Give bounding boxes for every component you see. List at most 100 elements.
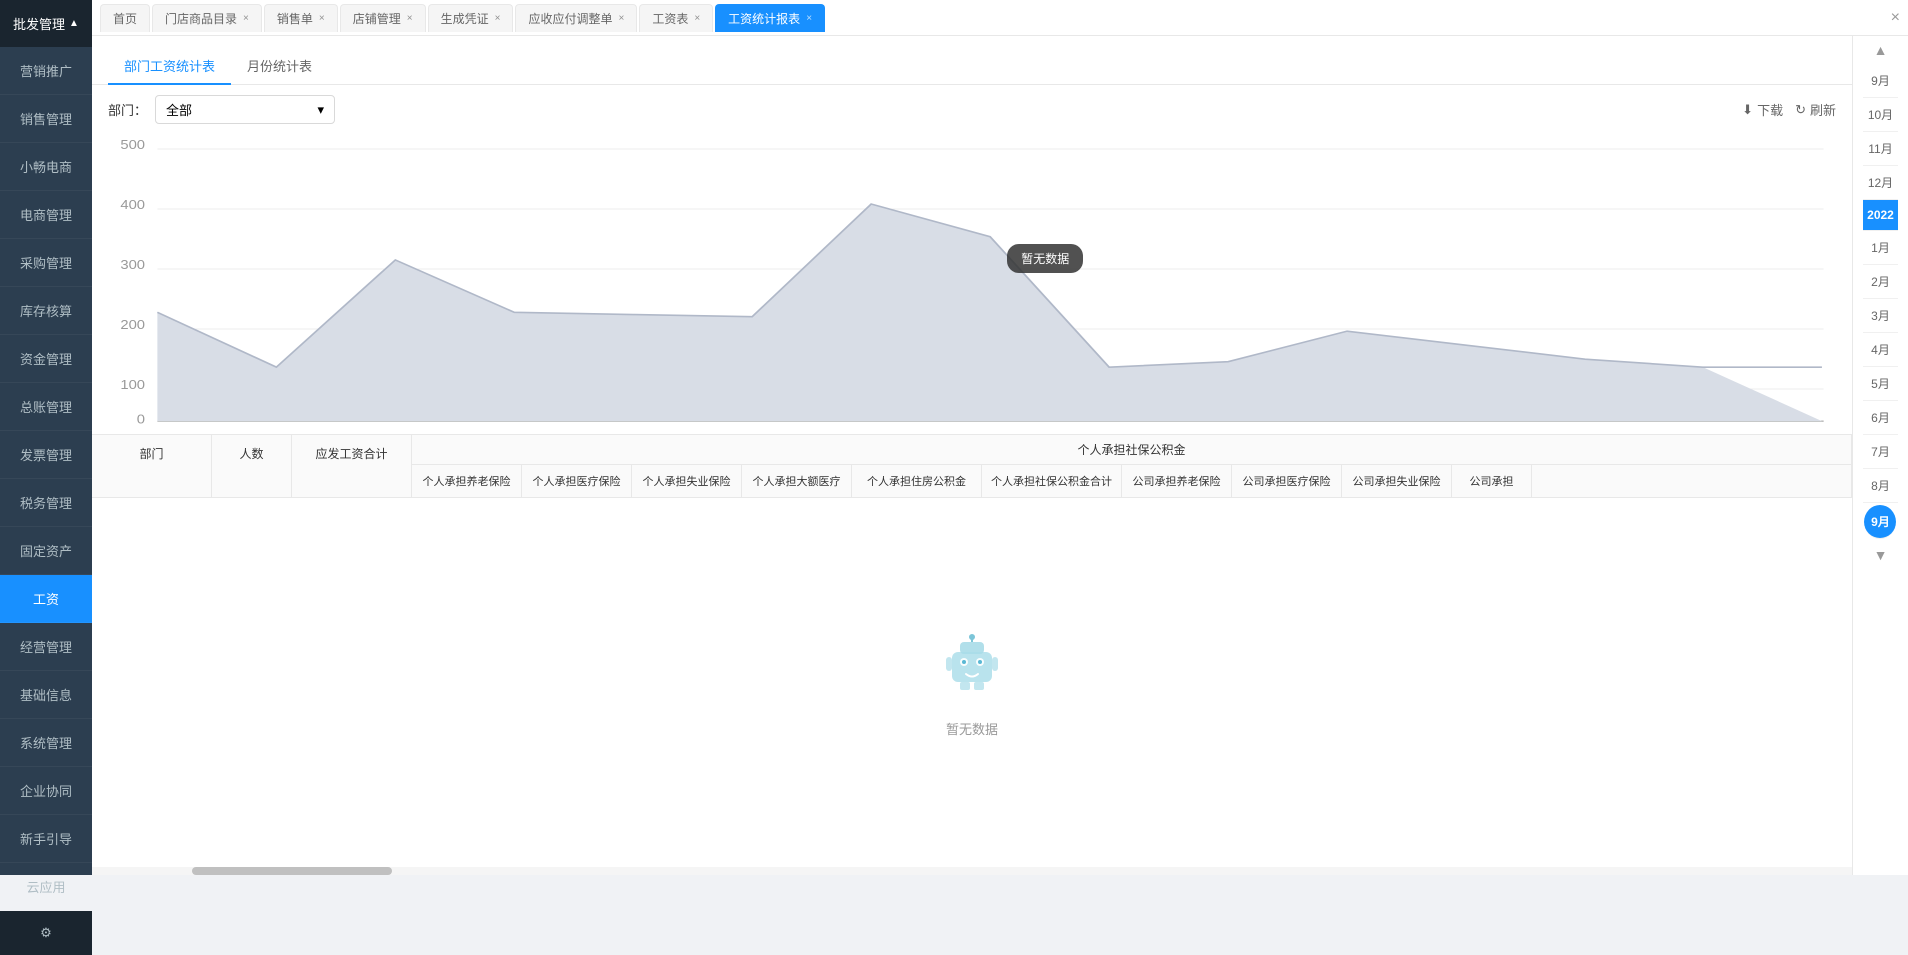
sidebar-item-9[interactable]: 税务管理: [0, 479, 92, 527]
tab-0[interactable]: 首页: [100, 4, 150, 32]
sidebar-item-4[interactable]: 采购管理: [0, 239, 92, 287]
svg-text:100: 100: [120, 377, 145, 392]
th-personal-medical: 个人承担医疗保险: [522, 465, 632, 497]
tab-label-4: 生成凭证: [441, 10, 489, 27]
svg-text:300: 300: [120, 257, 145, 272]
tab-label-0: 首页: [113, 10, 137, 27]
dept-select[interactable]: 全部 ▾: [155, 95, 335, 124]
th-personal-unemployment: 个人承担失业保险: [632, 465, 742, 497]
tab-7[interactable]: 工资统计报表 ×: [715, 4, 825, 32]
tab-close-7[interactable]: ×: [806, 13, 812, 24]
th-social-group: 个人承担社保公积金 个人承担养老保险 个人承担医疗保险 个人承担失业保险 个人承…: [412, 435, 1852, 497]
tab-close-6[interactable]: ×: [694, 13, 700, 24]
th-company-pension: 公司承担养老保险: [1122, 465, 1232, 497]
page-content: 部门工资统计表月份统计表 部门： 全部 ▾ ⬇ 下载: [92, 36, 1852, 875]
tab-bar: 首页门店商品目录×销售单×店铺管理×生成凭证×应收应付调整单×工资表×工资统计报…: [92, 0, 1908, 36]
th-personal-pension: 个人承担养老保险: [412, 465, 522, 497]
svg-text:500: 500: [120, 137, 145, 152]
right-panel-item-2[interactable]: 11月: [1863, 132, 1898, 166]
settings-icon: ⚙: [40, 925, 52, 940]
scrollbar-thumb[interactable]: [192, 867, 392, 875]
th-dept: 部门: [92, 435, 212, 497]
tab-close-3[interactable]: ×: [407, 13, 413, 24]
tab-1[interactable]: 门店商品目录 ×: [152, 4, 262, 32]
table-empty: 暂无数据: [92, 498, 1852, 867]
tab-3[interactable]: 店铺管理 ×: [340, 4, 426, 32]
sidebar-footer-settings[interactable]: ⚙: [0, 911, 92, 955]
toolbar: 部门： 全部 ▾ ⬇ 下载 ↻ 刷新: [92, 85, 1852, 134]
tab-6[interactable]: 工资表 ×: [639, 4, 713, 32]
right-panel-item-0[interactable]: 9月: [1863, 64, 1898, 98]
tab-5[interactable]: 应收应付调整单×: [515, 4, 637, 32]
sub-tab-1[interactable]: 月份统计表: [231, 48, 328, 85]
th-personal-housing-fund: 个人承担住房公积金: [852, 465, 982, 497]
sidebar-item-0[interactable]: 营销推广: [0, 47, 92, 95]
right-panel-item-10[interactable]: 6月: [1863, 401, 1898, 435]
sidebar-header-label: 批发管理: [13, 14, 65, 33]
tab-label-2: 销售单: [277, 10, 313, 27]
th-headcount: 人数: [212, 435, 292, 497]
tab-label-1: 门店商品目录: [165, 10, 237, 27]
th-personal-major-medical: 个人承担大额医疗: [742, 465, 852, 497]
tab-2[interactable]: 销售单 ×: [264, 4, 338, 32]
toolbar-left: 部门： 全部 ▾: [108, 95, 335, 124]
sidebar: 批发管理 ▲ 营销推广销售管理小畅电商电商管理采购管理库存核算资金管理总账管理发…: [0, 0, 92, 875]
tab-close-1[interactable]: ×: [243, 13, 249, 24]
chevron-down-icon: ▾: [317, 102, 324, 118]
sidebar-item-10[interactable]: 固定资产: [0, 527, 92, 575]
download-button[interactable]: ⬇ 下载: [1742, 100, 1783, 119]
sidebar-header[interactable]: 批发管理 ▲: [0, 0, 92, 47]
table-container: 部门 人数 应发工资合计 个人承担社保公积金 个人承担养老保险 个人承担医疗保险…: [92, 434, 1852, 875]
sidebar-item-6[interactable]: 资金管理: [0, 335, 92, 383]
th-company-other: 公司承担: [1452, 465, 1532, 497]
svg-text:0: 0: [137, 411, 146, 426]
sidebar-item-12[interactable]: 经营管理: [0, 623, 92, 671]
sidebar-item-3[interactable]: 电商管理: [0, 191, 92, 239]
right-panel-item-3[interactable]: 12月: [1863, 166, 1898, 200]
right-panel-item-9[interactable]: 5月: [1863, 367, 1898, 401]
download-label: 下载: [1757, 100, 1783, 119]
tab-label-7: 工资统计报表: [728, 10, 800, 27]
right-panel-item-13[interactable]: 9月: [1864, 505, 1896, 539]
right-panel-item-4[interactable]: 2022: [1863, 200, 1898, 231]
tab-close-2[interactable]: ×: [319, 13, 325, 24]
refresh-label: 刷新: [1810, 100, 1836, 119]
right-panel-item-6[interactable]: 2月: [1863, 265, 1898, 299]
tab-4[interactable]: 生成凭证 ×: [428, 4, 514, 32]
sidebar-item-14[interactable]: 系统管理: [0, 719, 92, 767]
tab-bar-close-icon[interactable]: ×: [1891, 9, 1900, 27]
th-personal-total: 个人承担社保公积金合计: [982, 465, 1122, 497]
right-panel-item-12[interactable]: 8月: [1863, 469, 1898, 503]
right-panel-item-8[interactable]: 4月: [1863, 333, 1898, 367]
dept-select-value: 全部: [166, 100, 192, 119]
right-panel-item-1[interactable]: 10月: [1863, 98, 1898, 132]
tab-close-5[interactable]: ×: [618, 13, 624, 24]
sidebar-item-5[interactable]: 库存核算: [0, 287, 92, 335]
sidebar-item-11[interactable]: 工资: [0, 575, 92, 623]
right-panel-item-11[interactable]: 7月: [1863, 435, 1898, 469]
refresh-button[interactable]: ↻ 刷新: [1795, 100, 1836, 119]
horizontal-scrollbar[interactable]: [92, 867, 1852, 875]
tab-label-6: 工资表: [652, 10, 688, 27]
sub-tabs: 部门工资统计表月份统计表: [92, 36, 1852, 85]
sidebar-item-1[interactable]: 销售管理: [0, 95, 92, 143]
tab-close-4[interactable]: ×: [495, 13, 501, 24]
sidebar-item-2[interactable]: 小畅电商: [0, 143, 92, 191]
right-panel-item-7[interactable]: 3月: [1863, 299, 1898, 333]
tab-label-3: 店铺管理: [353, 10, 401, 27]
sidebar-item-16[interactable]: 新手引导: [0, 815, 92, 863]
sidebar-item-13[interactable]: 基础信息: [0, 671, 92, 719]
toolbar-right: ⬇ 下载 ↻ 刷新: [1742, 100, 1836, 119]
right-panel-up-nav[interactable]: ▲: [1867, 36, 1895, 64]
main-area: 首页门店商品目录×销售单×店铺管理×生成凭证×应收应付调整单×工资表×工资统计报…: [92, 0, 1908, 875]
sidebar-item-8[interactable]: 发票管理: [0, 431, 92, 479]
right-panel-item-5[interactable]: 1月: [1863, 231, 1898, 265]
th-group-cols: 个人承担养老保险 个人承担医疗保险 个人承担失业保险 个人承担大额医疗 个人承担…: [412, 465, 1851, 497]
sub-tab-0[interactable]: 部门工资统计表: [108, 48, 231, 85]
refresh-icon: ↻: [1795, 102, 1806, 118]
sidebar-item-17[interactable]: 云应用: [0, 863, 92, 911]
sidebar-item-7[interactable]: 总账管理: [0, 383, 92, 431]
sidebar-item-15[interactable]: 企业协同: [0, 767, 92, 815]
chart-svg: 500 400 300 200 100 0: [108, 134, 1836, 434]
right-panel-down-nav[interactable]: ▼: [1867, 541, 1895, 569]
